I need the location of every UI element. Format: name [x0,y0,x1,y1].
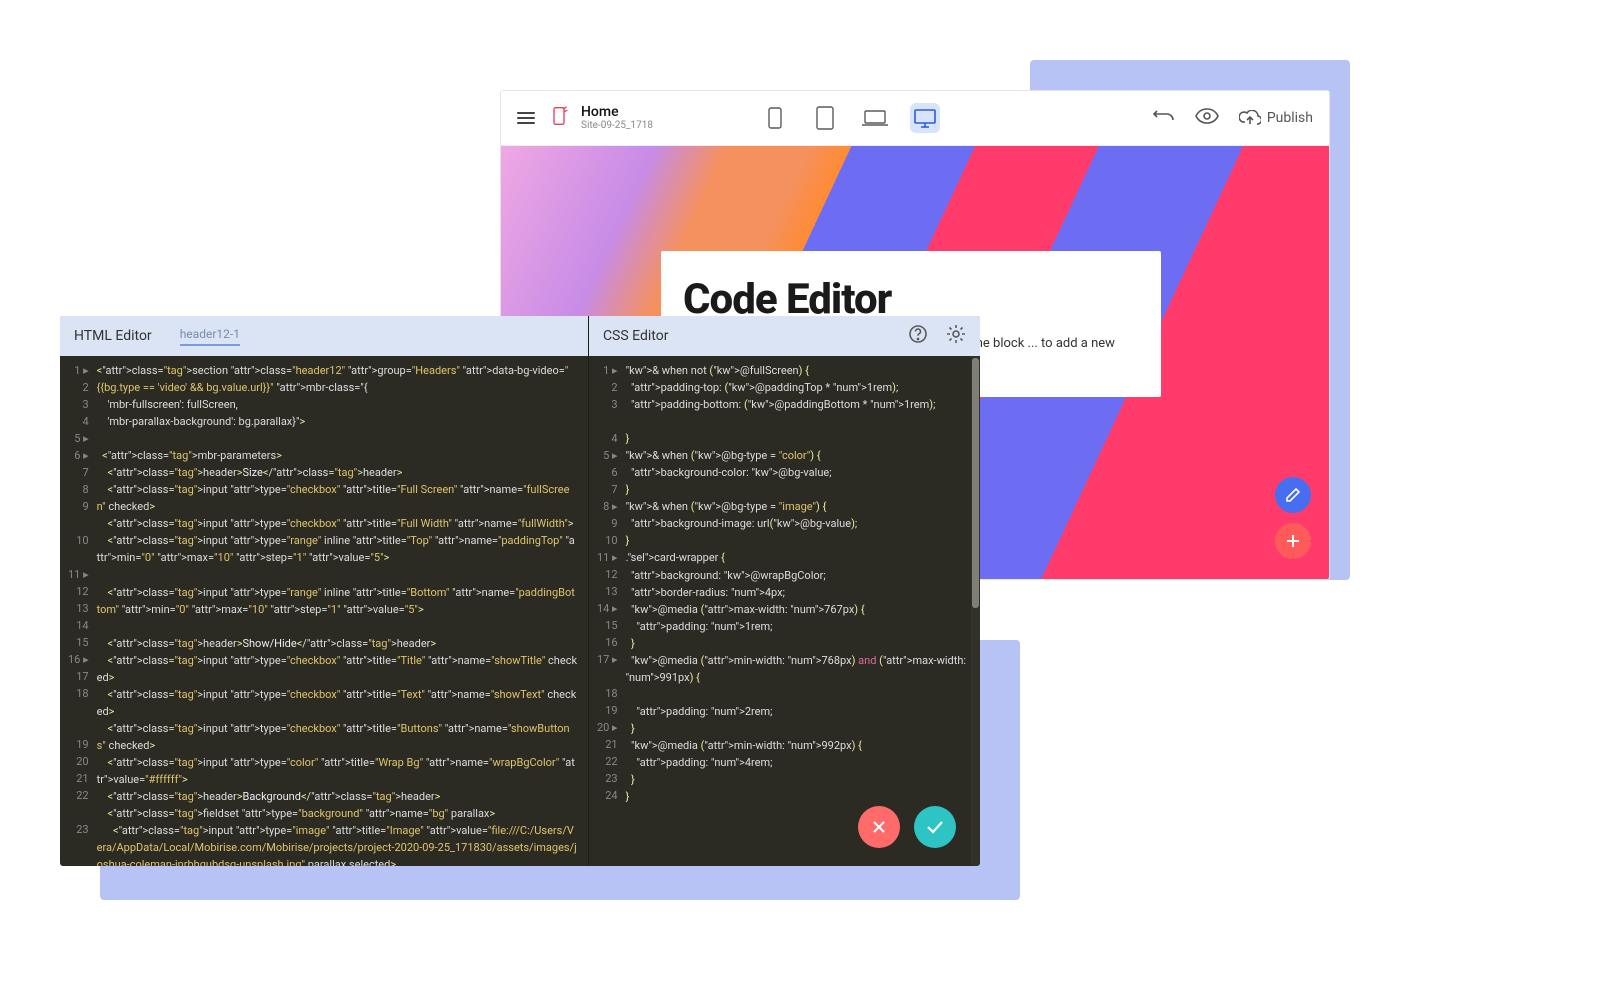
html-tab-label[interactable]: HTML Editor [74,328,152,344]
html-pane-header: HTML Editor header12-1 [60,316,588,356]
publish-button[interactable]: Publish [1239,110,1313,126]
device-desktop[interactable] [910,103,940,133]
accept-button[interactable] [914,806,956,848]
page-title: Home [581,105,653,120]
css-code-area[interactable]: 1 ▸2345 ▸678 ▸91011 ▸121314 ▸151617 ▸181… [589,356,980,866]
device-mobile[interactable] [760,103,790,133]
device-switcher [760,103,940,133]
device-tablet[interactable] [810,103,840,133]
html-subtab[interactable]: header12-1 [180,327,240,346]
add-block-fab[interactable] [1275,523,1311,559]
html-pane: HTML Editor header12-1 1 ▸2345 ▸6 ▸78910… [60,316,588,866]
help-icon[interactable] [908,324,928,348]
cancel-button[interactable] [858,806,900,848]
html-code-area[interactable]: 1 ▸2345 ▸6 ▸7891011 ▸1213141516 ▸1718192… [60,356,588,866]
hamburger-menu[interactable] [517,112,535,124]
scrollbar-thumb[interactable] [972,358,979,608]
builder-topbar: Home Site-09-25_1718 Publish [501,91,1329,146]
code-editor-window: HTML Editor header12-1 1 ▸2345 ▸6 ▸78910… [60,316,980,866]
css-pane-header: CSS Editor [589,316,980,356]
site-name: Site-09-25_1718 [581,120,653,131]
preview-button[interactable] [1195,108,1219,128]
undo-button[interactable] [1153,107,1175,129]
editor-action-buttons [858,806,956,848]
css-tab-label[interactable]: CSS Editor [603,328,669,344]
builder-right-tools: Publish [1153,107,1313,129]
page-title-wrap[interactable]: Home Site-09-25_1718 [581,105,653,131]
css-pane: CSS Editor 1 ▸2345 ▸678 ▸91011 ▸121314 ▸… [588,316,980,866]
app-icon [549,104,581,132]
publish-label: Publish [1267,110,1313,126]
edit-fab[interactable] [1275,477,1311,513]
gear-icon[interactable] [946,324,966,348]
device-laptop[interactable] [860,103,890,133]
